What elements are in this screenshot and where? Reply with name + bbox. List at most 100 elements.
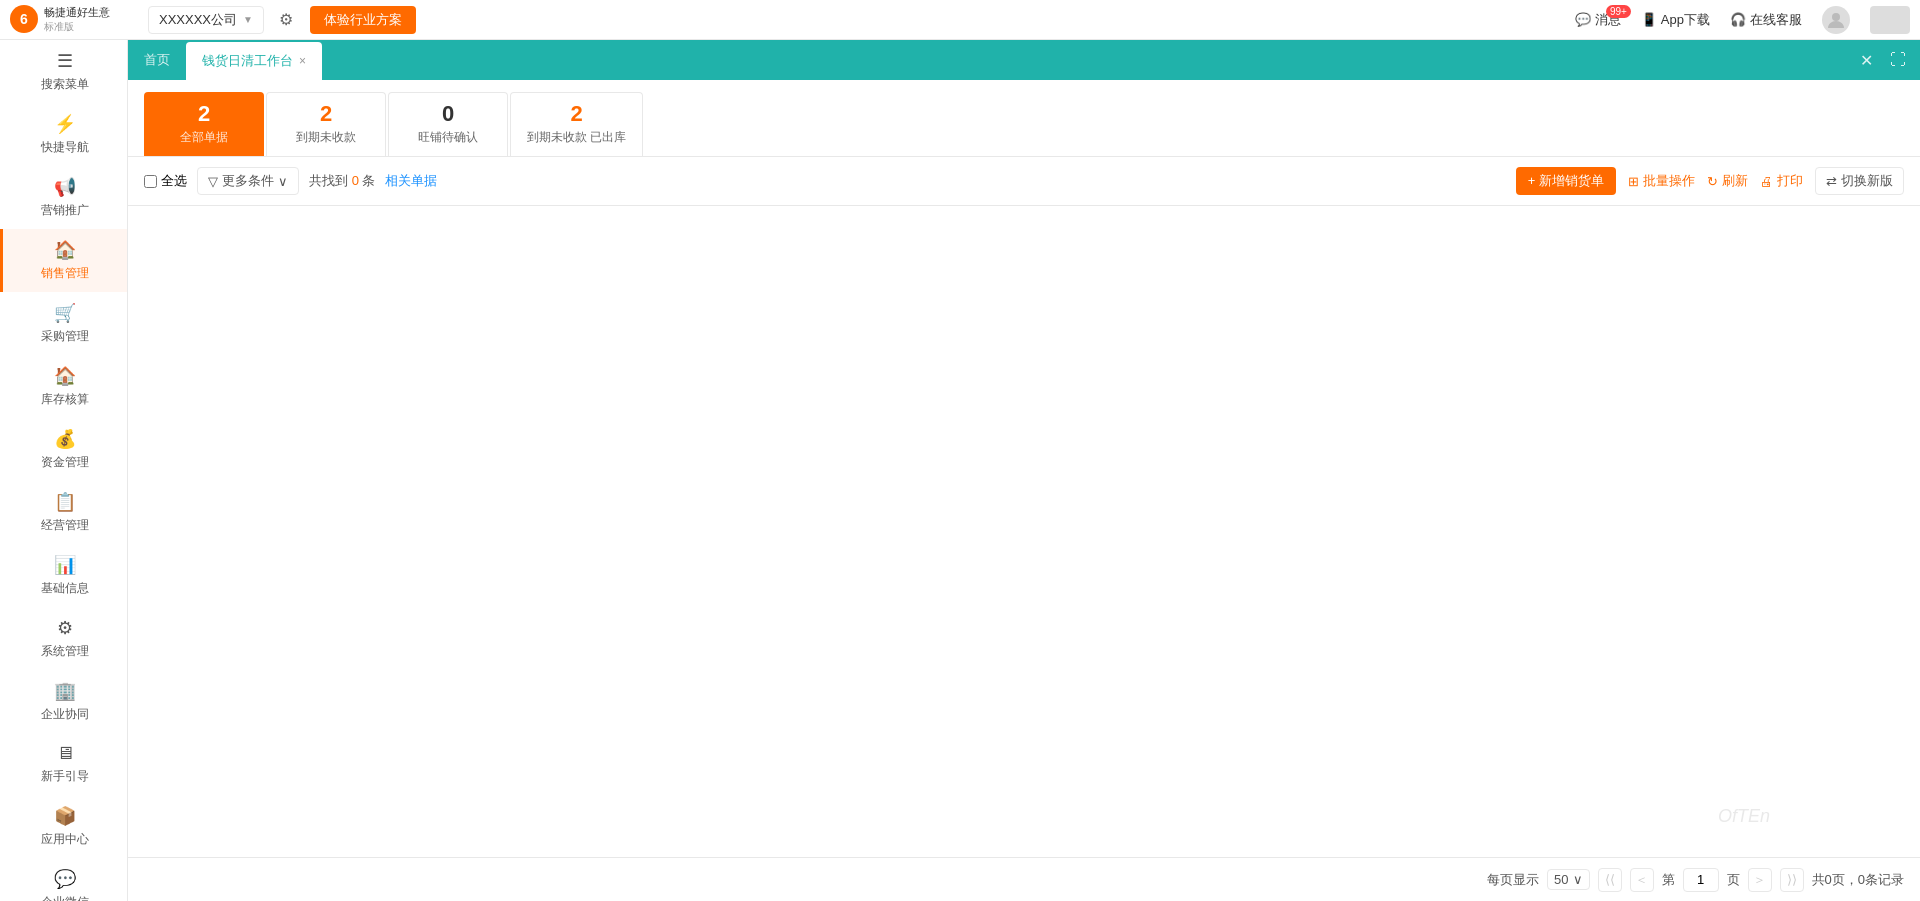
sidebar-item-operations[interactable]: 📋 经营管理 xyxy=(0,481,127,544)
company-selector[interactable]: XXXXXX公司 ▼ xyxy=(148,6,264,34)
sidebar-item-label: 搜索菜单 xyxy=(41,76,89,93)
top-header: 6 畅捷通好生意 标准版 XXXXXX公司 ▼ ⚙ 体验行业方案 💬 消息 99… xyxy=(0,0,1920,40)
batch-icon: ⊞ xyxy=(1628,174,1639,189)
filter-icon: ▽ xyxy=(208,174,218,189)
filter-chevron-icon: ∨ xyxy=(278,174,288,189)
messages-button[interactable]: 💬 消息 99+ xyxy=(1575,11,1621,29)
logo-area: 6 畅捷通好生意 标准版 xyxy=(10,5,138,33)
app-center-icon: 📦 xyxy=(54,805,76,827)
sidebar-item-label: 新手引导 xyxy=(41,768,89,785)
sidebar-item-basic-info[interactable]: 📊 基础信息 xyxy=(0,544,127,607)
next-page-button[interactable]: ＞ xyxy=(1748,868,1772,892)
message-icon: 💬 xyxy=(1575,12,1591,27)
sidebar-item-quick-nav[interactable]: ⚡ 快捷导航 xyxy=(0,103,127,166)
filter-button[interactable]: ▽ 更多条件 ∨ xyxy=(197,167,299,195)
stat-label-pending: 旺铺待确认 xyxy=(405,129,491,146)
stat-tab-pending[interactable]: 0 旺铺待确认 xyxy=(388,92,508,156)
print-button[interactable]: 🖨 打印 xyxy=(1760,172,1803,190)
page-number-input[interactable] xyxy=(1683,868,1719,892)
add-sales-order-button[interactable]: + 新增销货单 xyxy=(1516,167,1616,195)
sidebar-item-finance[interactable]: 💰 资金管理 xyxy=(0,418,127,481)
select-all-label: 全选 xyxy=(161,172,187,190)
sales-icon: 🏠 xyxy=(54,239,76,261)
stat-tab-overdue-out[interactable]: 2 到期未收款 已出库 xyxy=(510,92,643,156)
tab-active-label: 钱货日清工作台 xyxy=(202,52,293,70)
sidebar-item-label: 经营管理 xyxy=(41,517,89,534)
purchase-icon: 🛒 xyxy=(54,302,76,324)
messages-badge: 99+ xyxy=(1606,5,1631,18)
stat-tab-all[interactable]: 2 全部单据 xyxy=(144,92,264,156)
filter-label: 更多条件 xyxy=(222,172,274,190)
quick-nav-icon: ⚡ xyxy=(54,113,76,135)
chevron-down-icon: ▼ xyxy=(243,14,253,25)
select-all-input[interactable] xyxy=(144,175,157,188)
tab-active[interactable]: 钱货日清工作台 × xyxy=(186,42,322,80)
sidebar-item-label: 资金管理 xyxy=(41,454,89,471)
company-name: XXXXXX公司 xyxy=(159,11,237,29)
tab-bar: 首页 钱货日清工作台 × ✕ ⛶ xyxy=(128,40,1920,80)
stat-tab-overdue[interactable]: 2 到期未收款 xyxy=(266,92,386,156)
basic-info-icon: 📊 xyxy=(54,554,76,576)
sidebar-item-marketing[interactable]: 📢 营销推广 xyxy=(0,166,127,229)
tab-maximize-button[interactable]: ⛶ xyxy=(1886,48,1910,72)
wechat-icon: 💬 xyxy=(54,868,76,890)
table-area: OfTEn xyxy=(128,206,1920,857)
sidebar-item-enterprise[interactable]: 🏢 企业协同 xyxy=(0,670,127,733)
settings-button[interactable]: ⚙ xyxy=(272,6,300,34)
sidebar-item-label: 快捷导航 xyxy=(41,139,89,156)
main-layout: ☰ 搜索菜单 ⚡ 快捷导航 📢 营销推广 🏠 销售管理 🛒 采购管理 🏠 库存核… xyxy=(0,40,1920,901)
switch-label: 切换新版 xyxy=(1841,172,1893,190)
refresh-label: 刷新 xyxy=(1722,172,1748,190)
stat-num-overdue: 2 xyxy=(283,101,369,127)
sidebar-item-label: 应用中心 xyxy=(41,831,89,848)
tab-close-icon[interactable]: × xyxy=(299,54,306,68)
app-download-button[interactable]: 📱 App下载 xyxy=(1641,11,1710,29)
select-all-checkbox[interactable]: 全选 xyxy=(144,172,187,190)
finance-icon: 💰 xyxy=(54,428,76,450)
enterprise-icon: 🏢 xyxy=(54,680,76,702)
sidebar-item-sales[interactable]: 🏠 销售管理 xyxy=(0,229,127,292)
app-name: 畅捷通好生意 xyxy=(44,5,110,19)
sidebar-item-label: 采购管理 xyxy=(41,328,89,345)
page-size-value: 50 xyxy=(1554,872,1568,887)
print-label: 打印 xyxy=(1777,172,1803,190)
service-icon: 🎧 xyxy=(1730,12,1746,27)
sidebar-item-guide[interactable]: 🖥 新手引导 xyxy=(0,733,127,795)
refresh-button[interactable]: ↻ 刷新 xyxy=(1707,172,1748,190)
prev-page-button[interactable]: ＜ xyxy=(1630,868,1654,892)
tab-close-window-button[interactable]: ✕ xyxy=(1854,48,1878,72)
sidebar-item-label: 企业微信 xyxy=(41,894,89,901)
sidebar-item-label: 企业协同 xyxy=(41,706,89,723)
stat-num-overdue-out: 2 xyxy=(527,101,626,127)
batch-operations-button[interactable]: ⊞ 批量操作 xyxy=(1628,172,1695,190)
last-page-button[interactable]: ⟩⟩ xyxy=(1780,868,1804,892)
stat-label-overdue: 到期未收款 xyxy=(283,129,369,146)
page-size-selector[interactable]: 50 ∨ xyxy=(1547,869,1589,890)
system-icon: ⚙ xyxy=(57,617,73,639)
sidebar-item-search[interactable]: ☰ 搜索菜单 xyxy=(0,40,127,103)
found-text: 共找到 0 条 xyxy=(309,172,375,190)
switch-version-button[interactable]: ⇄ 切换新版 xyxy=(1815,167,1904,195)
search-menu-icon: ☰ xyxy=(57,50,73,72)
tab-home[interactable]: 首页 xyxy=(128,40,186,80)
sidebar-item-app-center[interactable]: 📦 应用中心 xyxy=(0,795,127,858)
sidebar-item-label: 销售管理 xyxy=(41,265,89,282)
first-page-button[interactable]: ⟨⟨ xyxy=(1598,868,1622,892)
trial-button[interactable]: 体验行业方案 xyxy=(310,6,416,34)
page-label: 第 xyxy=(1662,871,1675,889)
sidebar-item-wechat[interactable]: 💬 企业微信 xyxy=(0,858,127,901)
refresh-icon: ↻ xyxy=(1707,174,1718,189)
avatar[interactable] xyxy=(1822,6,1850,34)
stats-tabs: 2 全部单据 2 到期未收款 0 旺铺待确认 2 到期未收款 已出库 xyxy=(128,80,1920,157)
sidebar-item-system[interactable]: ⚙ 系统管理 xyxy=(0,607,127,670)
found-link[interactable]: 相关单据 xyxy=(385,172,437,190)
tab-home-label: 首页 xyxy=(144,51,170,69)
sidebar-item-inventory[interactable]: 🏠 库存核算 xyxy=(0,355,127,418)
sidebar-item-purchase[interactable]: 🛒 采购管理 xyxy=(0,292,127,355)
header-right: 💬 消息 99+ 📱 App下载 🎧 在线客服 xyxy=(1575,6,1910,34)
online-service-button[interactable]: 🎧 在线客服 xyxy=(1730,11,1802,29)
content-area: 首页 钱货日清工作台 × ✕ ⛶ 2 全部单据 2 到期未收款 xyxy=(128,40,1920,901)
stat-num-pending: 0 xyxy=(405,101,491,127)
pagination: 每页显示 50 ∨ ⟨⟨ ＜ 第 页 ＞ ⟩⟩ 共0页，0条记录 xyxy=(128,857,1920,901)
sidebar: ☰ 搜索菜单 ⚡ 快捷导航 📢 营销推广 🏠 销售管理 🛒 采购管理 🏠 库存核… xyxy=(0,40,128,901)
